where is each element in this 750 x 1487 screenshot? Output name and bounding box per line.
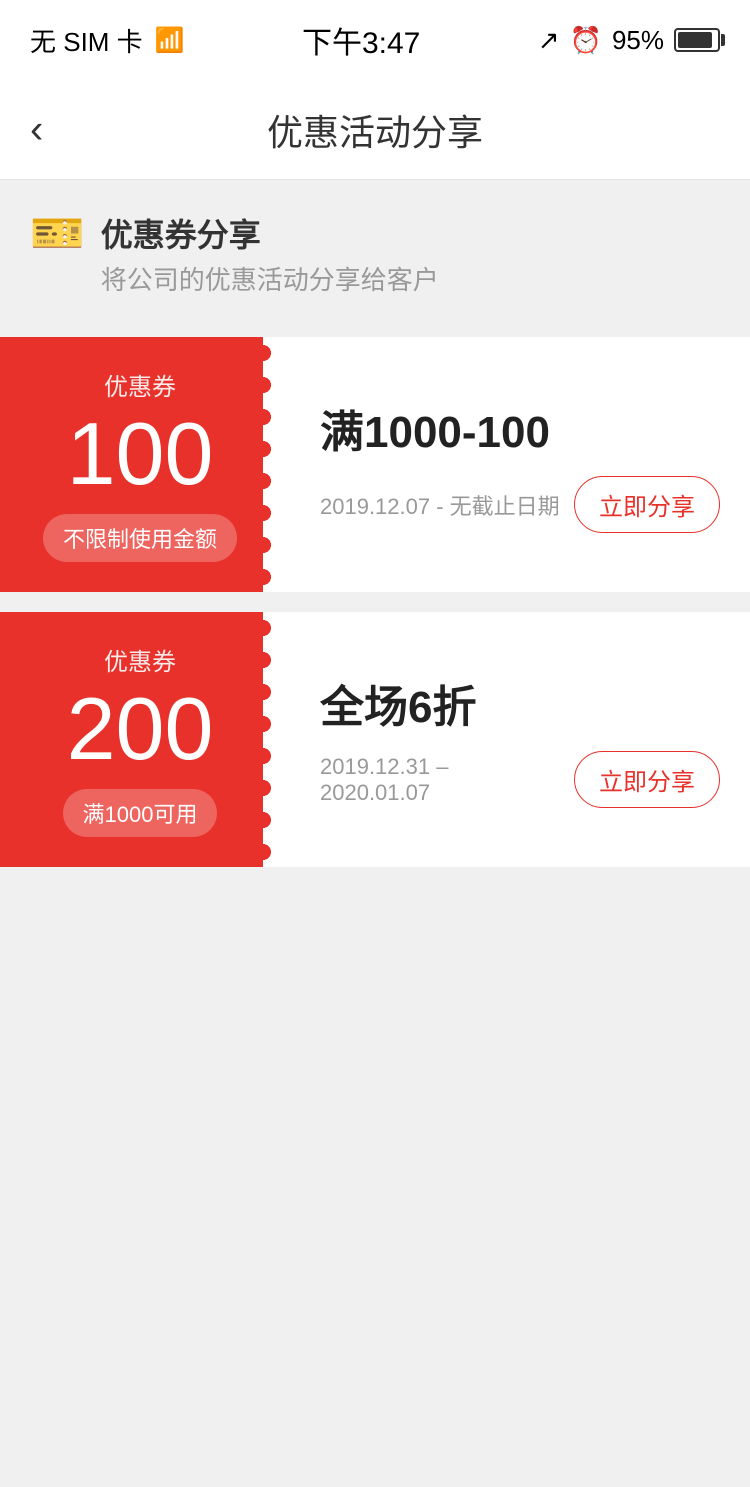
section-icon: 🎫 (30, 212, 85, 256)
section-title: 优惠券分享 (101, 210, 439, 256)
battery-icon (674, 28, 720, 52)
coupon-condition-1: 不限制使用金额 (43, 514, 237, 562)
back-button[interactable]: ‹ (30, 107, 43, 152)
coupon-meta-2: 2019.12.31 – 2020.01.07 立即分享 (320, 751, 720, 808)
coupon-card-2: 优惠券 200 满1000可用 全场6折 2019.12.31 – 2020.0… (0, 612, 750, 867)
coupon-right-1: 满1000-100 2019.12.07 - 无截止日期 立即分享 (280, 337, 750, 592)
coupon-amount-1: 100 (67, 410, 214, 498)
nav-bar: ‹ 优惠活动分享 (0, 80, 750, 180)
coupon-meta-1: 2019.12.07 - 无截止日期 立即分享 (320, 476, 720, 533)
coupon-name-1: 满1000-100 (320, 396, 720, 460)
carrier-text: 无 SIM 卡 (30, 22, 143, 59)
coupon-card-1: 优惠券 100 不限制使用金额 满1000-100 2019.12.07 - 无… (0, 337, 750, 592)
page-title: 优惠活动分享 (267, 104, 483, 156)
coupon-list: 优惠券 100 不限制使用金额 满1000-100 2019.12.07 - 无… (0, 317, 750, 907)
coupon-condition-2: 满1000可用 (63, 789, 218, 837)
empty-area (0, 907, 750, 1487)
coupon-left-2: 优惠券 200 满1000可用 (0, 612, 280, 867)
coupon-left-1: 优惠券 100 不限制使用金额 (0, 337, 280, 592)
coupon-name-2: 全场6折 (320, 671, 720, 735)
coupon-right-2: 全场6折 2019.12.31 – 2020.01.07 立即分享 (280, 612, 750, 867)
location-icon: ↗ (538, 25, 560, 56)
status-right: ↗ ⏰ 95% (538, 25, 720, 56)
section-subtitle: 将公司的优惠活动分享给客户 (101, 260, 439, 297)
coupon-date-2: 2019.12.31 – 2020.01.07 (320, 754, 564, 806)
status-bar: 无 SIM 卡 📶 下午3:47 ↗ ⏰ 95% (0, 0, 750, 80)
status-time: 下午3:47 (302, 18, 420, 62)
coupon-amount-2: 200 (67, 685, 214, 773)
coupon-share-button-2[interactable]: 立即分享 (574, 751, 720, 808)
status-left: 无 SIM 卡 📶 (30, 22, 185, 59)
coupon-share-button-1[interactable]: 立即分享 (574, 476, 720, 533)
coupon-date-1: 2019.12.07 - 无截止日期 (320, 489, 564, 521)
alarm-icon: ⏰ (570, 25, 602, 56)
coupon-label-1: 优惠券 (104, 367, 176, 402)
section-text: 优惠券分享 将公司的优惠活动分享给客户 (101, 210, 439, 297)
coupon-label-2: 优惠券 (104, 642, 176, 677)
section-header: 🎫 优惠券分享 将公司的优惠活动分享给客户 (0, 180, 750, 317)
battery-percentage: 95% (612, 25, 664, 56)
wifi-icon: 📶 (155, 26, 185, 55)
